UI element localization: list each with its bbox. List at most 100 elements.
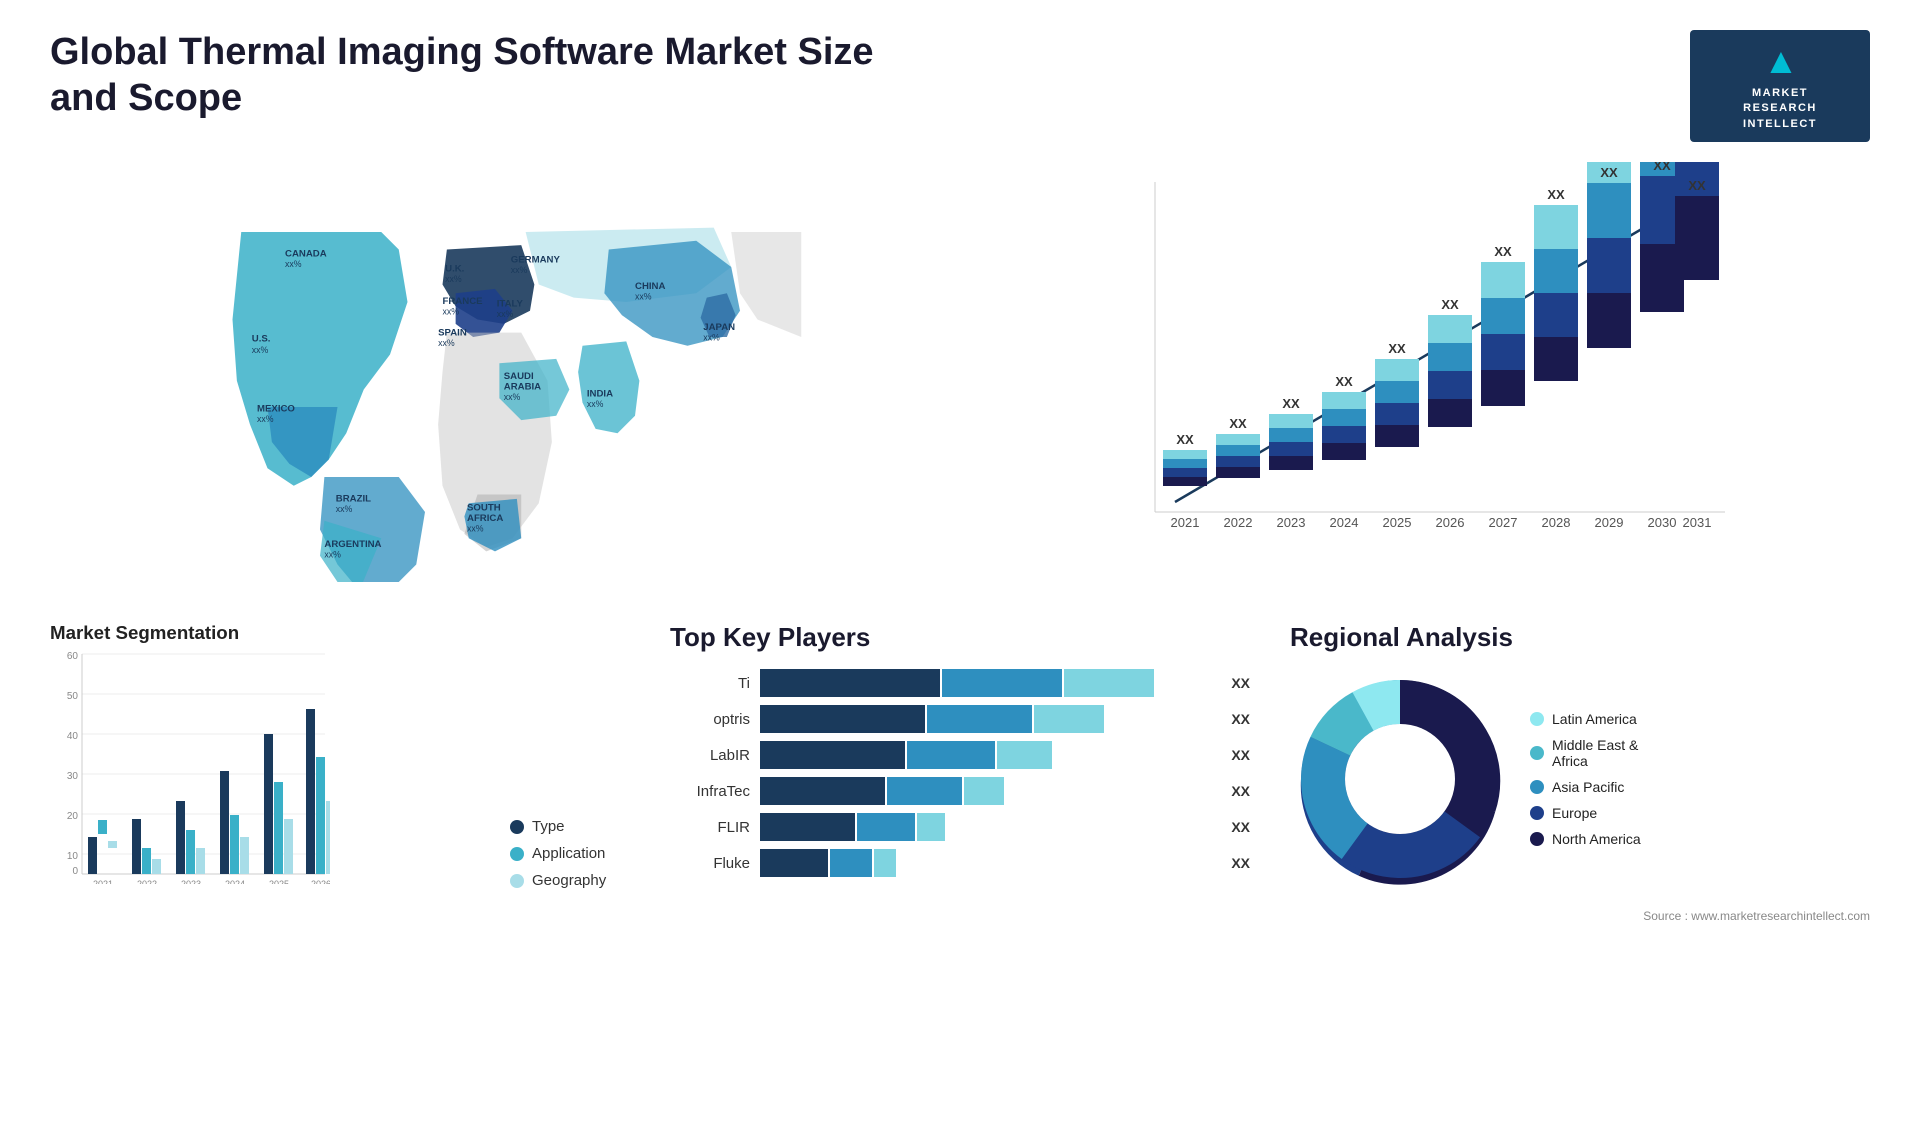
middle-east-label: Middle East &Africa <box>1552 737 1638 769</box>
regional-content: Latin America Middle East &Africa Asia P… <box>1290 669 1870 889</box>
geography-label: Geography <box>532 872 606 889</box>
svg-text:2023: 2023 <box>1277 515 1306 530</box>
svg-text:10: 10 <box>67 851 79 862</box>
svg-text:20: 20 <box>67 811 79 822</box>
bar-seg-1 <box>760 705 925 733</box>
bar-seg-2 <box>887 777 962 805</box>
logo-text: MARKETRESEARCHINTELLECT <box>1743 86 1817 132</box>
bar-seg-3 <box>917 813 945 841</box>
player-xx-infratec: XX <box>1231 783 1250 799</box>
legend-application: Application <box>510 845 630 862</box>
player-row-fluke: Fluke XX <box>670 849 1250 877</box>
svg-text:XX: XX <box>1494 244 1512 259</box>
svg-text:60: 60 <box>67 651 79 662</box>
player-name-optris: optris <box>670 711 750 728</box>
key-players-section: Top Key Players Ti XX optris <box>670 622 1250 889</box>
svg-text:xx%: xx% <box>504 392 521 402</box>
legend-north-america: North America <box>1530 831 1641 847</box>
player-xx-ti: XX <box>1231 675 1250 691</box>
svg-text:2024: 2024 <box>1330 515 1359 530</box>
svg-text:XX: XX <box>1282 396 1300 411</box>
bar-seg-1 <box>760 741 905 769</box>
svg-text:xx%: xx% <box>467 523 484 533</box>
legend-middle-east: Middle East &Africa <box>1530 737 1641 769</box>
player-bars-flir <box>760 813 1215 841</box>
legend-asia-pacific: Asia Pacific <box>1530 779 1641 795</box>
bar-seg-1 <box>760 777 885 805</box>
north-america-label: North America <box>1552 831 1641 847</box>
svg-text:SOUTH: SOUTH <box>467 502 501 513</box>
bar-seg-3 <box>997 741 1052 769</box>
svg-text:XX: XX <box>1653 162 1671 173</box>
player-row-optris: optris XX <box>670 705 1250 733</box>
svg-text:XX: XX <box>1229 416 1247 431</box>
players-list: Ti XX optris XX LabIR <box>670 669 1250 877</box>
svg-text:xx%: xx% <box>443 306 460 316</box>
svg-text:XX: XX <box>1176 432 1194 447</box>
legend-latin-america: Latin America <box>1530 711 1641 727</box>
svg-text:xx%: xx% <box>257 414 274 424</box>
svg-text:XX: XX <box>1547 187 1565 202</box>
svg-text:BRAZIL: BRAZIL <box>336 494 371 505</box>
donut-chart <box>1290 669 1510 889</box>
source-text: Source : www.marketresearchintellect.com <box>50 909 1870 923</box>
asia-pacific-label: Asia Pacific <box>1552 779 1624 795</box>
segmentation-title: Market Segmentation <box>50 622 630 644</box>
regional-title: Regional Analysis <box>1290 622 1870 653</box>
svg-text:xx%: xx% <box>497 309 514 319</box>
svg-text:xx%: xx% <box>336 504 353 514</box>
north-america-dot <box>1530 832 1544 846</box>
svg-text:CHINA: CHINA <box>635 281 665 292</box>
svg-text:2026: 2026 <box>1436 515 1465 530</box>
svg-text:ARGENTINA: ARGENTINA <box>324 539 381 550</box>
latin-america-label: Latin America <box>1552 711 1637 727</box>
svg-text:2028: 2028 <box>1542 515 1571 530</box>
svg-text:2025: 2025 <box>269 879 289 884</box>
bar-seg-3 <box>964 777 1004 805</box>
world-map: CANADA xx% U.S. xx% MEXICO xx% BRAZIL xx… <box>50 162 940 582</box>
svg-text:40: 40 <box>67 731 79 742</box>
bar-seg-2 <box>942 669 1062 697</box>
legend-europe: Europe <box>1530 805 1641 821</box>
legend-geography: Geography <box>510 872 630 889</box>
svg-text:SAUDI: SAUDI <box>504 371 534 382</box>
player-name-infratec: InfraTec <box>670 783 750 800</box>
svg-text:xx%: xx% <box>438 338 455 348</box>
svg-text:0: 0 <box>72 866 78 877</box>
svg-text:ARABIA: ARABIA <box>504 382 541 393</box>
application-dot <box>510 847 524 861</box>
svg-text:xx%: xx% <box>587 399 604 409</box>
svg-text:50: 50 <box>67 691 79 702</box>
svg-text:MEXICO: MEXICO <box>257 404 295 415</box>
svg-text:U.S.: U.S. <box>252 334 271 345</box>
svg-text:SPAIN: SPAIN <box>438 327 467 338</box>
svg-text:2021: 2021 <box>1171 515 1200 530</box>
svg-text:ITALY: ITALY <box>497 299 524 310</box>
segmentation-legend: Type Application Geography <box>510 818 630 889</box>
svg-text:2026: 2026 <box>311 879 330 884</box>
latin-america-dot <box>1530 712 1544 726</box>
player-name-ti: Ti <box>670 675 750 692</box>
svg-text:2021: 2021 <box>93 879 113 884</box>
svg-text:xx%: xx% <box>445 274 462 284</box>
player-name-flir: FLIR <box>670 819 750 836</box>
player-bars-fluke <box>760 849 1215 877</box>
svg-text:XX: XX <box>1600 165 1618 180</box>
player-row-ti: Ti XX <box>670 669 1250 697</box>
player-xx-labir: XX <box>1231 747 1250 763</box>
svg-text:2024: 2024 <box>225 879 245 884</box>
segmentation-section: Market Segmentation 60 50 40 30 20 10 0 <box>50 622 630 889</box>
player-name-fluke: Fluke <box>670 855 750 872</box>
svg-text:FRANCE: FRANCE <box>443 296 484 307</box>
bar-seg-2 <box>857 813 915 841</box>
svg-text:xx%: xx% <box>703 333 720 343</box>
svg-text:2022: 2022 <box>1224 515 1253 530</box>
player-row-labir: LabIR XX <box>670 741 1250 769</box>
svg-text:U.K.: U.K. <box>445 264 465 275</box>
player-row-flir: FLIR XX <box>670 813 1250 841</box>
key-players-title: Top Key Players <box>670 622 1250 653</box>
svg-text:AFRICA: AFRICA <box>467 513 503 524</box>
player-row-infratec: InfraTec XX <box>670 777 1250 805</box>
bar-seg-2 <box>927 705 1032 733</box>
svg-text:XX: XX <box>1335 374 1353 389</box>
